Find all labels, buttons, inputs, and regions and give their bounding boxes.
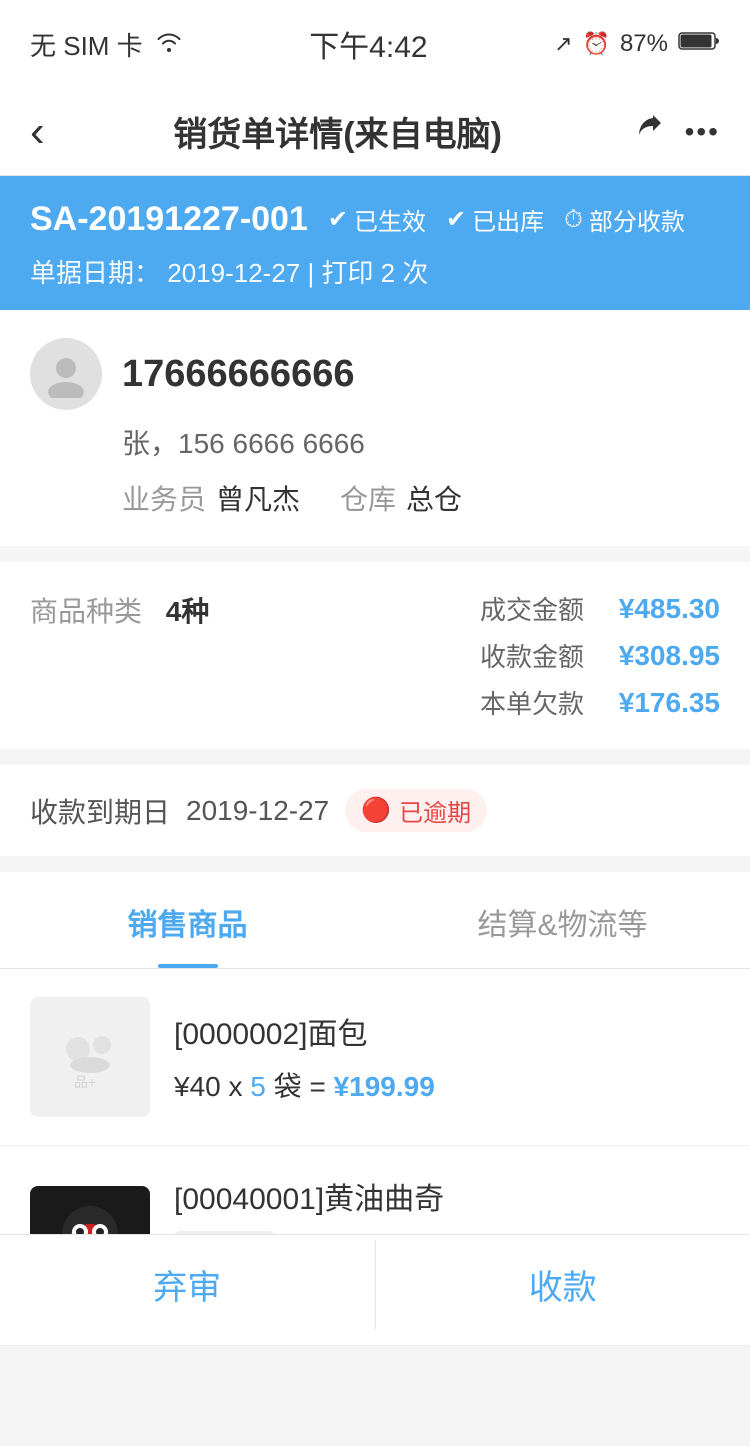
tab-settlement[interactable]: 结算&物流等	[375, 872, 750, 968]
sales-name: 曾凡杰	[216, 478, 300, 518]
stat-row-2: 本单欠款 ¥176.35	[480, 684, 720, 721]
overdue-badge: 🔴 已逾期	[345, 789, 487, 832]
alarm-icon: ⏰	[583, 31, 610, 57]
overdue-icon: 🔴	[361, 796, 391, 825]
status-bar: 无 SIM 卡 下午4:42 ↗ ⏰ 87%	[0, 0, 750, 88]
product-price-0: ¥40 x 5 袋 = ¥199.99	[174, 1065, 720, 1105]
badge-partial: ⏱ 部分收款	[564, 202, 685, 237]
customer-section: 17666666666 张，156 6666 6666 业务员 曾凡杰 仓库 总…	[0, 310, 750, 546]
status-bar-right: ↗ ⏰ 87%	[554, 30, 720, 59]
bottom-spacer	[0, 1346, 750, 1446]
badge-effective: ✔ 已生效	[328, 202, 426, 237]
more-button[interactable]: •••	[685, 116, 720, 148]
stat-label-2: 本单欠款	[480, 684, 584, 721]
nav-bar: ‹ 销货单详情(来自电脑) •••	[0, 88, 750, 176]
due-label: 收款到期日	[30, 791, 170, 831]
clock-icon: ⏱	[564, 206, 583, 234]
product-info-0: [0000002]面包 ¥40 x 5 袋 = ¥199.99	[174, 1009, 720, 1105]
customer-name: 17666666666	[122, 353, 354, 396]
location-icon: ↗	[554, 31, 572, 57]
stat-value-0: ¥485.30	[600, 593, 720, 625]
product-total-0: ¥199.99	[334, 1071, 435, 1102]
banner-date-row: 单据日期： 2019-12-27 | 打印 2 次	[30, 253, 720, 290]
nav-right[interactable]: •••	[631, 111, 720, 153]
sales-meta: 业务员 曾凡杰	[122, 478, 300, 518]
warehouse-label: 仓库	[340, 478, 396, 518]
confirm-button[interactable]: 收款	[376, 1240, 750, 1329]
tabs-bar: 销售商品 结算&物流等	[0, 872, 750, 969]
stat-label-0: 成交金额	[480, 590, 584, 627]
stat-row-1: 收款金额 ¥308.95	[480, 637, 720, 674]
product-qty-0: 5	[250, 1071, 266, 1102]
product-img-0: 品+	[30, 997, 150, 1117]
cancel-button[interactable]: 弃审	[0, 1240, 376, 1329]
carrier-text: 无 SIM 卡	[30, 26, 143, 63]
status-bar-time: 下午4:42	[309, 22, 427, 66]
kind-label: 商品种类	[30, 596, 142, 627]
avatar	[30, 338, 102, 410]
bottom-bar: 弃审 收款	[0, 1234, 750, 1334]
product-name-1: [00040001]黄油曲奇	[174, 1174, 720, 1218]
wifi-icon	[155, 29, 183, 60]
tabs-section: 销售商品 结算&物流等	[0, 872, 750, 969]
warehouse-name: 总仓	[406, 478, 462, 518]
nav-title: 销货单详情(来自电脑)	[173, 107, 502, 156]
header-banner: SA-20191227-001 ✔ 已生效 ✔ 已出库 ⏱ 部分收款 单据日期：…	[0, 176, 750, 310]
svg-text:品+: 品+	[74, 1074, 96, 1090]
stat-value-1: ¥308.95	[600, 640, 720, 672]
warehouse-meta: 仓库 总仓	[340, 478, 462, 518]
customer-name-row: 17666666666	[30, 338, 720, 410]
product-name-0: [0000002]面包	[174, 1009, 720, 1053]
stats-kind: 商品种类 4种	[30, 590, 209, 630]
sales-label: 业务员	[122, 478, 206, 518]
badge-shipped: ✔ 已出库	[446, 202, 544, 237]
stat-value-2: ¥176.35	[600, 687, 720, 719]
stats-section: 商品种类 4种 成交金额 ¥485.30 收款金额 ¥308.95 本单欠款 ¥…	[0, 562, 750, 749]
order-id: SA-20191227-001	[30, 200, 308, 239]
nav-left[interactable]: ‹	[30, 107, 45, 157]
kind-value: 4种	[166, 596, 210, 627]
stat-row-0: 成交金额 ¥485.30	[480, 590, 720, 627]
banner-row1: SA-20191227-001 ✔ 已生效 ✔ 已出库 ⏱ 部分收款	[30, 200, 720, 239]
due-date: 2019-12-27	[186, 795, 329, 827]
tab-products[interactable]: 销售商品	[0, 872, 375, 968]
battery-text: 87%	[620, 30, 668, 58]
customer-phone: 张，156 6666 6666	[122, 422, 720, 462]
product-item-0: 品+ [0000002]面包 ¥40 x 5 袋 = ¥199.99	[0, 969, 750, 1146]
check-icon-1: ✔	[328, 205, 348, 234]
status-bar-left: 无 SIM 卡	[30, 26, 183, 63]
stats-right: 成交金额 ¥485.30 收款金额 ¥308.95 本单欠款 ¥176.35	[480, 590, 720, 721]
back-button[interactable]: ‹	[30, 107, 45, 157]
due-section: 收款到期日 2019-12-27 🔴 已逾期	[0, 765, 750, 856]
battery-icon	[678, 30, 720, 59]
stat-label-1: 收款金额	[480, 637, 584, 674]
share-button[interactable]	[631, 111, 665, 153]
check-icon-2: ✔	[446, 205, 466, 234]
overdue-text: 已逾期	[399, 793, 471, 828]
customer-meta: 业务员 曾凡杰 仓库 总仓	[122, 478, 720, 518]
